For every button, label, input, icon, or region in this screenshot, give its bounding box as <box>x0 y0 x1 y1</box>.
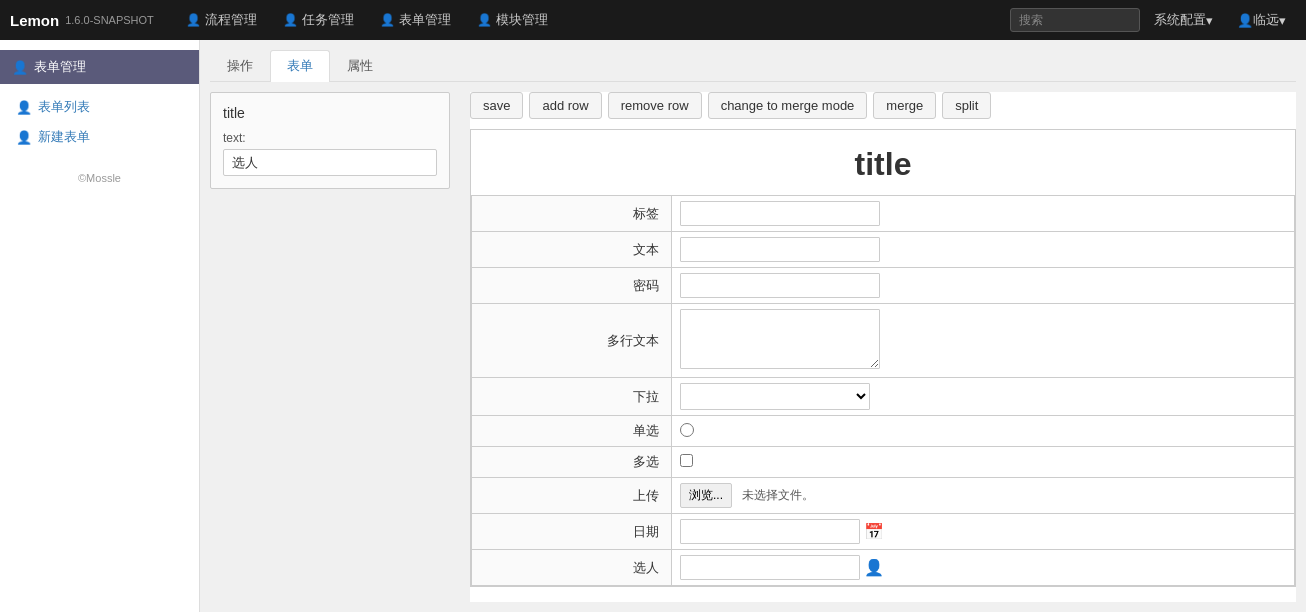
content-area: 操作 表单 属性 title text: save add row remove… <box>200 40 1306 612</box>
nav-process[interactable]: 👤 流程管理 <box>174 0 269 40</box>
sidebar-header: 👤 表单管理 <box>0 50 199 84</box>
topnav-right: 系统配置 ▾ 👤 临远 ▾ <box>1010 0 1296 40</box>
merge-button[interactable]: merge <box>873 92 936 119</box>
date-wrap: 📅 <box>680 519 1286 544</box>
table-row: 下拉 <box>472 378 1295 416</box>
table-row: 多选 <box>472 447 1295 478</box>
row-value <box>672 232 1295 268</box>
nav-task[interactable]: 👤 任务管理 <box>271 0 366 40</box>
user-menu-button[interactable]: 👤 临远 ▾ <box>1227 0 1296 40</box>
dropdown-select[interactable] <box>680 383 870 410</box>
person-wrap: 👤 <box>680 555 1286 580</box>
tab-operation[interactable]: 操作 <box>210 50 270 81</box>
table-row: 上传 浏览... 未选择文件。 <box>472 478 1295 514</box>
properties-box: title text: <box>210 92 450 189</box>
new-icon: 👤 <box>16 130 32 145</box>
row-value: 👤 <box>672 550 1295 586</box>
process-icon: 👤 <box>186 13 201 27</box>
row-label: 下拉 <box>472 378 672 416</box>
form-preview: title 标签 文本 <box>470 129 1296 587</box>
tab-form[interactable]: 表单 <box>270 50 330 82</box>
row-value: 📅 <box>672 514 1295 550</box>
main-layout: 👤 表单管理 👤 表单列表 👤 新建表单 ©Mossle 操作 表单 属性 ti… <box>0 40 1306 612</box>
password-input[interactable] <box>680 273 880 298</box>
form-title: title <box>471 130 1295 195</box>
row-label: 文本 <box>472 232 672 268</box>
change-merge-mode-button[interactable]: change to merge mode <box>708 92 868 119</box>
table-row: 标签 <box>472 196 1295 232</box>
sidebar-item-list[interactable]: 👤 表单列表 <box>0 92 199 122</box>
file-text: 未选择文件。 <box>742 488 814 502</box>
row-label: 选人 <box>472 550 672 586</box>
nav-form[interactable]: 👤 表单管理 <box>368 0 463 40</box>
row-label: 多选 <box>472 447 672 478</box>
checkbox-input[interactable] <box>680 454 693 467</box>
radio-input[interactable] <box>680 423 694 437</box>
table-row: 文本 <box>472 232 1295 268</box>
split-button[interactable]: split <box>942 92 991 119</box>
remove-row-button[interactable]: remove row <box>608 92 702 119</box>
label-input[interactable] <box>680 201 880 226</box>
row-value <box>672 378 1295 416</box>
sidebar-title: 表单管理 <box>34 58 86 76</box>
row-label: 密码 <box>472 268 672 304</box>
form-table: 标签 文本 <box>471 195 1295 586</box>
sidebar: 👤 表单管理 👤 表单列表 👤 新建表单 ©Mossle <box>0 40 200 612</box>
row-label: 日期 <box>472 514 672 550</box>
row-label: 多行文本 <box>472 304 672 378</box>
topnav: Lemon 1.6.0-SNAPSHOT 👤 流程管理 👤 任务管理 👤 表单管… <box>0 0 1306 40</box>
sidebar-list-label: 表单列表 <box>38 98 90 116</box>
row-label: 单选 <box>472 416 672 447</box>
table-row: 日期 📅 <box>472 514 1295 550</box>
tabs-row: 操作 表单 属性 <box>210 50 1296 82</box>
textarea-input[interactable] <box>680 309 880 369</box>
topnav-menu: 👤 流程管理 👤 任务管理 👤 表单管理 👤 模块管理 <box>174 0 1010 40</box>
copyright: ©Mossle <box>0 152 199 204</box>
calendar-icon[interactable]: 📅 <box>864 522 884 541</box>
date-input[interactable] <box>680 519 860 544</box>
file-browse-button[interactable]: 浏览... <box>680 483 732 508</box>
row-label: 上传 <box>472 478 672 514</box>
search-input[interactable] <box>1010 8 1140 32</box>
row-value <box>672 196 1295 232</box>
prop-text-input[interactable] <box>223 149 437 176</box>
person-select-icon[interactable]: 👤 <box>864 558 884 577</box>
sidebar-item-new[interactable]: 👤 新建表单 <box>0 122 199 152</box>
tab-properties[interactable]: 属性 <box>330 50 390 81</box>
save-button[interactable]: save <box>470 92 523 119</box>
text-input[interactable] <box>680 237 880 262</box>
prop-text-label: text: <box>223 131 437 145</box>
row-value <box>672 447 1295 478</box>
row-label: 标签 <box>472 196 672 232</box>
right-panel: save add row remove row change to merge … <box>470 92 1296 602</box>
toolbar: save add row remove row change to merge … <box>470 92 1296 119</box>
row-value <box>672 268 1295 304</box>
list-icon: 👤 <box>16 100 32 115</box>
prop-title: title <box>223 105 437 121</box>
form-icon: 👤 <box>380 13 395 27</box>
sidebar-new-label: 新建表单 <box>38 128 90 146</box>
brand-version: 1.6.0-SNAPSHOT <box>65 14 154 26</box>
left-panel: title text: <box>210 92 450 602</box>
module-icon: 👤 <box>477 13 492 27</box>
person-input[interactable] <box>680 555 860 580</box>
row-value <box>672 304 1295 378</box>
add-row-button[interactable]: add row <box>529 92 601 119</box>
system-config-button[interactable]: 系统配置 ▾ <box>1144 0 1223 40</box>
table-row: 单选 <box>472 416 1295 447</box>
brand-name: Lemon <box>10 12 59 29</box>
table-row: 选人 👤 <box>472 550 1295 586</box>
nav-module[interactable]: 👤 模块管理 <box>465 0 560 40</box>
row-value <box>672 416 1295 447</box>
table-row: 密码 <box>472 268 1295 304</box>
sidebar-header-icon: 👤 <box>12 60 28 75</box>
task-icon: 👤 <box>283 13 298 27</box>
table-row: 多行文本 <box>472 304 1295 378</box>
row-value: 浏览... 未选择文件。 <box>672 478 1295 514</box>
select-wrap <box>680 383 1286 410</box>
